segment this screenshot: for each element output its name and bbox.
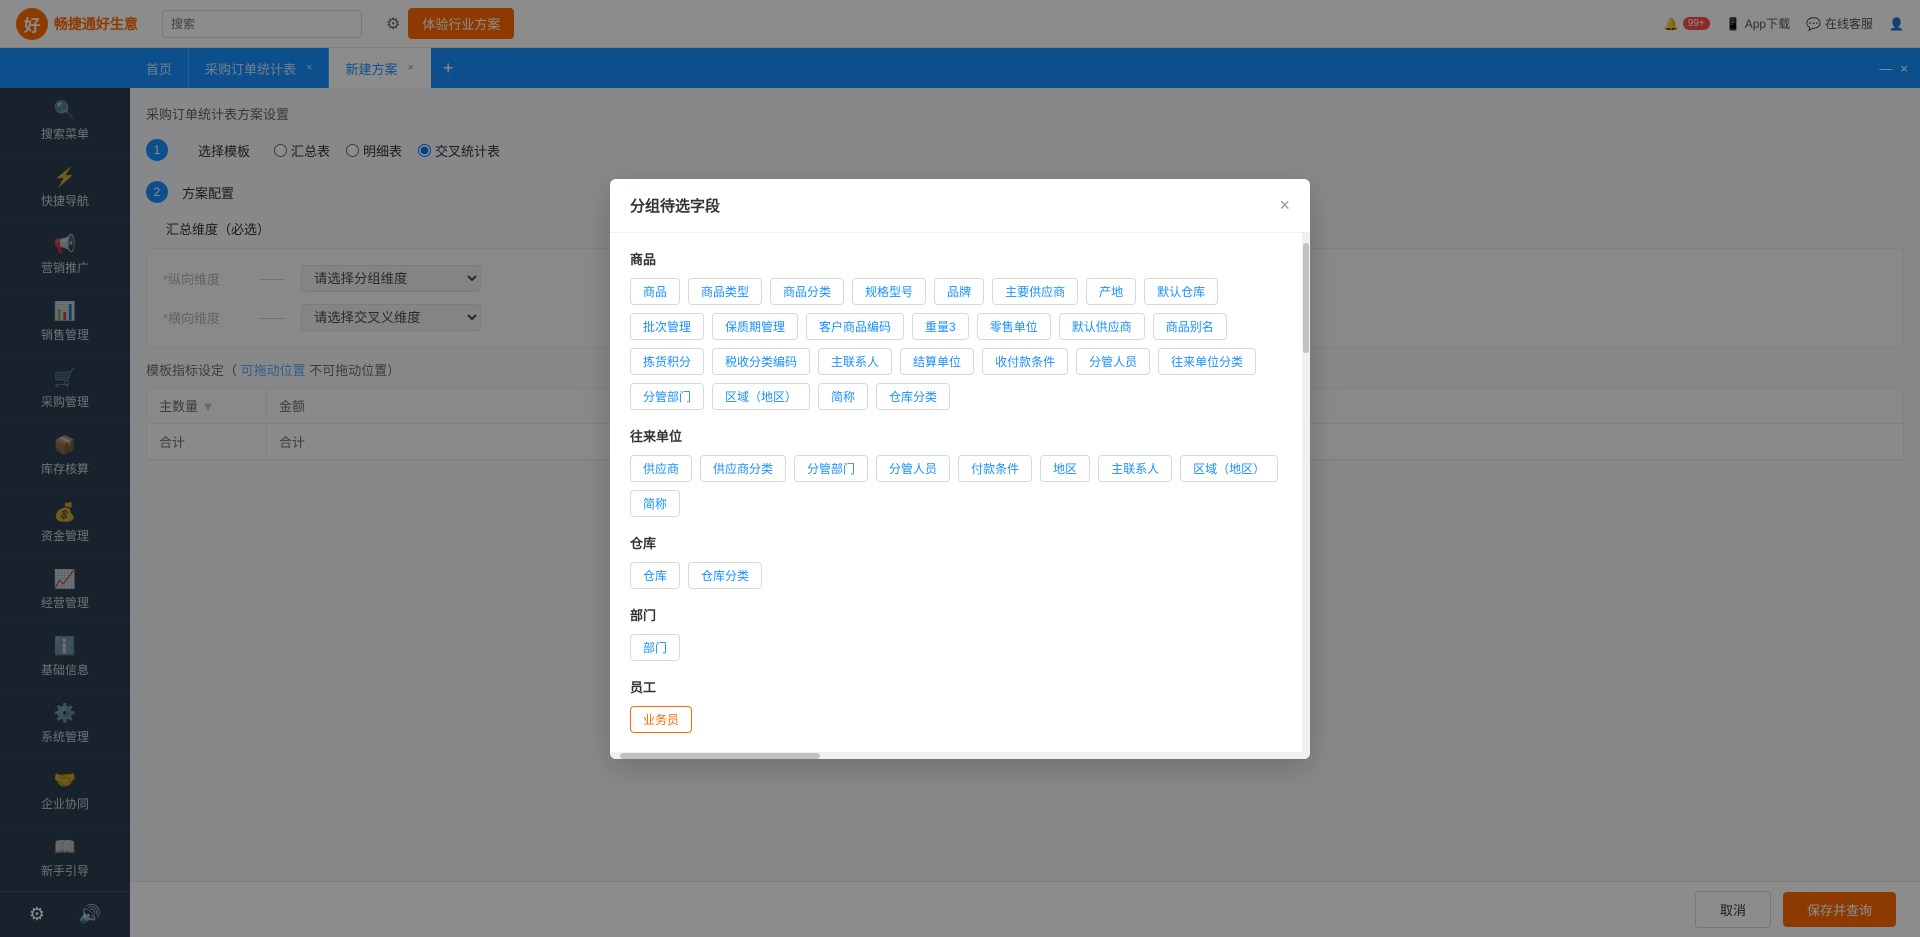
field-tag-retail-unit[interactable]: 零售单位 [977,313,1051,340]
modal-close-button[interactable]: × [1279,195,1290,216]
modal-overlay: 分组待选字段 × 商品 商品 商品类型 商品分类 规格型号 品牌 主要供应商 产… [0,0,1920,937]
field-tag-origin[interactable]: 产地 [1086,278,1136,305]
modal-header: 分组待选字段 × [610,179,1310,233]
section-warehouse: 仓库 仓库 仓库分类 [630,533,1282,589]
section-employee-tags: 业务员 [630,706,1282,733]
field-tag-partner-short[interactable]: 简称 [630,490,680,517]
field-tag-dept[interactable]: 分管部门 [630,383,704,410]
section-employee-title: 员工 [630,677,1282,696]
modal-bottom-scrollbar[interactable] [610,752,1310,759]
field-tag-spec[interactable]: 规格型号 [852,278,926,305]
section-goods-title: 商品 [630,249,1282,268]
section-goods: 商品 商品 商品类型 商品分类 规格型号 品牌 主要供应商 产地 默认仓库 批次… [630,249,1282,410]
field-tag-tax-code[interactable]: 税收分类编码 [712,348,810,375]
field-tag-salesperson[interactable]: 业务员 [630,706,692,733]
modal-scroll-thumb [1303,243,1309,353]
field-tag-goods-category[interactable]: 商品分类 [770,278,844,305]
field-tag-partner-region[interactable]: 区域（地区） [1180,455,1278,482]
section-partner-title: 往来单位 [630,426,1282,445]
section-goods-tags: 商品 商品类型 商品分类 规格型号 品牌 主要供应商 产地 默认仓库 批次管理 … [630,278,1282,410]
field-tag-main-supplier[interactable]: 主要供应商 [992,278,1078,305]
field-tag-supervisor[interactable]: 分管人员 [1076,348,1150,375]
field-select-modal: 分组待选字段 × 商品 商品 商品类型 商品分类 规格型号 品牌 主要供应商 产… [610,179,1310,759]
modal-scrollbar[interactable] [1302,233,1310,753]
field-tag-batch-manage[interactable]: 批次管理 [630,313,704,340]
section-department: 部门 部门 [630,605,1282,661]
field-tag-region[interactable]: 区域（地区） [712,383,810,410]
section-department-title: 部门 [630,605,1282,624]
field-tag-default-supplier[interactable]: 默认供应商 [1059,313,1145,340]
modal-title: 分组待选字段 [630,195,720,216]
field-tag-goods-alias[interactable]: 商品别名 [1153,313,1227,340]
field-tag-partner-dept[interactable]: 分管部门 [794,455,868,482]
section-employee: 员工 业务员 [630,677,1282,733]
field-tag-main-contact[interactable]: 主联系人 [818,348,892,375]
field-tag-supplier-cat[interactable]: 供应商分类 [700,455,786,482]
field-tag-goods[interactable]: 商品 [630,278,680,305]
modal-body: 商品 商品 商品类型 商品分类 规格型号 品牌 主要供应商 产地 默认仓库 批次… [610,233,1302,753]
section-warehouse-title: 仓库 [630,533,1282,552]
field-tag-quality-manage[interactable]: 保质期管理 [712,313,798,340]
field-tag-area[interactable]: 地区 [1040,455,1090,482]
field-tag-partner-category[interactable]: 往来单位分类 [1158,348,1256,375]
field-tag-partner-person[interactable]: 分管人员 [876,455,950,482]
field-tag-brand[interactable]: 品牌 [934,278,984,305]
field-tag-payment-cond[interactable]: 付款条件 [958,455,1032,482]
section-department-tags: 部门 [630,634,1282,661]
field-tag-wh-category[interactable]: 仓库分类 [688,562,762,589]
field-tag-default-warehouse[interactable]: 默认仓库 [1144,278,1218,305]
field-tag-warehouse-category[interactable]: 仓库分类 [876,383,950,410]
field-tag-weight[interactable]: 重量3 [912,313,969,340]
field-tag-settlement-unit[interactable]: 结算单位 [900,348,974,375]
field-tag-payment-terms[interactable]: 收付款条件 [982,348,1068,375]
field-tag-goods-type[interactable]: 商品类型 [688,278,762,305]
field-tag-supplier[interactable]: 供应商 [630,455,692,482]
field-tag-pick-score[interactable]: 拣货积分 [630,348,704,375]
field-tag-department[interactable]: 部门 [630,634,680,661]
field-tag-short-name[interactable]: 简称 [818,383,868,410]
section-partner-tags: 供应商 供应商分类 分管部门 分管人员 付款条件 地区 主联系人 区域（地区） … [630,455,1282,517]
modal-bottom-thumb [620,753,820,759]
field-tag-customer-code[interactable]: 客户商品编码 [806,313,904,340]
section-partner: 往来单位 供应商 供应商分类 分管部门 分管人员 付款条件 地区 主联系人 区域… [630,426,1282,517]
section-warehouse-tags: 仓库 仓库分类 [630,562,1282,589]
field-tag-partner-contact[interactable]: 主联系人 [1098,455,1172,482]
field-tag-warehouse[interactable]: 仓库 [630,562,680,589]
